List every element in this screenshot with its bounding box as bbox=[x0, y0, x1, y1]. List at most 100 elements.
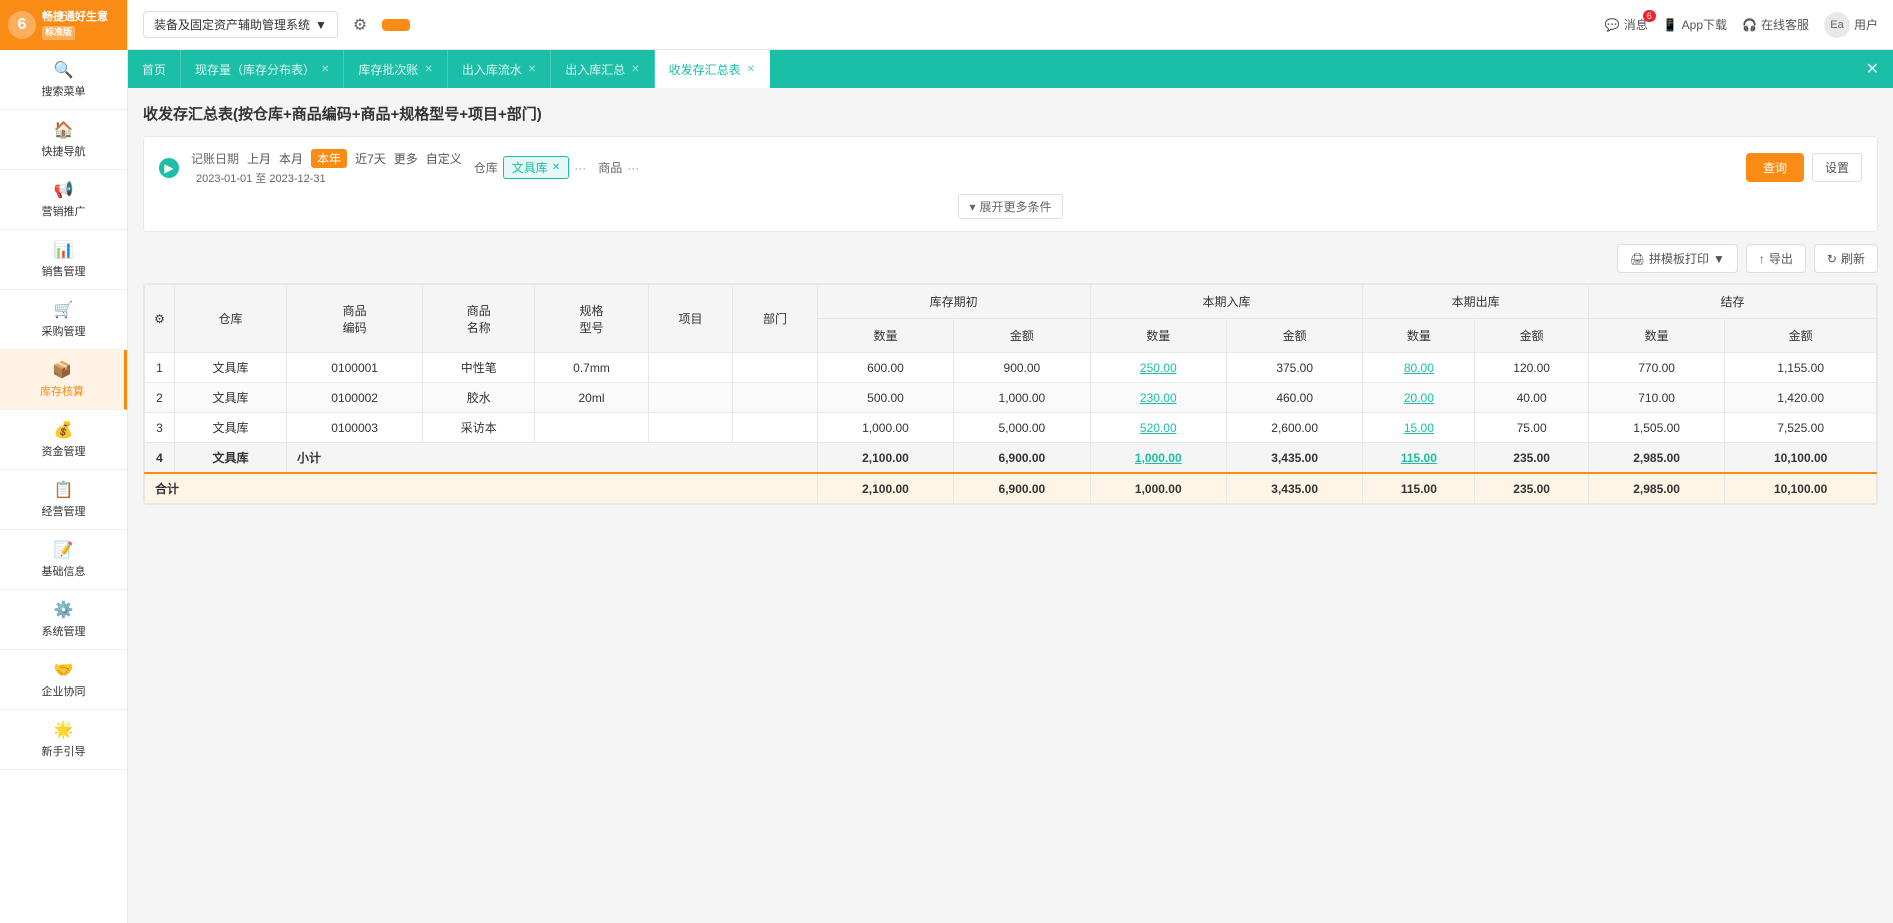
date-custom[interactable]: 自定义 bbox=[426, 150, 462, 167]
date-range-display: 2023-01-01 至 2023-12-31 bbox=[196, 170, 462, 186]
sidebar-item-marketing[interactable]: 📢 营销推广 bbox=[0, 170, 127, 230]
tab-close-batch-ledger[interactable]: ✕ bbox=[424, 64, 432, 75]
refresh-icon: ↻ bbox=[1827, 252, 1837, 266]
warehouse-label: 仓库 bbox=[474, 159, 498, 176]
td-goods-name: 中性笔 bbox=[423, 353, 535, 383]
td-closing-amount: 7,525.00 bbox=[1725, 413, 1877, 443]
enterprise-icon: 🤝 bbox=[54, 660, 74, 680]
online-service-btn[interactable]: 🎧 在线客服 bbox=[1742, 16, 1809, 33]
sidebar-item-newbie[interactable]: 🌟 新手引导 bbox=[0, 710, 127, 770]
td-opening-amount: 1,000.00 bbox=[954, 383, 1090, 413]
th-department: 部门 bbox=[733, 285, 818, 353]
data-table: ⚙ 仓库 商品编码 商品名称 规格型号 项目 部门 库存期初 本期入库 本期出库… bbox=[143, 283, 1878, 505]
sidebar-item-quick-nav[interactable]: 🏠 快捷导航 bbox=[0, 110, 127, 170]
th-out-amount: 金额 bbox=[1475, 319, 1589, 353]
td-total-closing-amount: 10,100.00 bbox=[1725, 473, 1877, 504]
td-goods-code: 0100001 bbox=[286, 353, 422, 383]
logo-icon: 6 bbox=[8, 11, 36, 39]
sidebar-item-purchase[interactable]: 🛒 采购管理 bbox=[0, 290, 127, 350]
warehouse-tag[interactable]: 文具库 ✕ bbox=[503, 156, 569, 179]
td-subtotal-out-qty[interactable]: 115.00 bbox=[1363, 443, 1475, 474]
tab-batch-ledger[interactable]: 库存批次账 ✕ bbox=[344, 50, 447, 88]
td-closing-amount: 1,155.00 bbox=[1725, 353, 1877, 383]
home-icon: 🏠 bbox=[54, 120, 74, 140]
sidebar-item-enterprise[interactable]: 🤝 企业协同 bbox=[0, 650, 127, 710]
tab-in-out-summary[interactable]: 出入库汇总 ✕ bbox=[551, 50, 654, 88]
tab-close-receive-send-summary[interactable]: ✕ bbox=[747, 64, 755, 75]
tab-in-out-flow[interactable]: 出入库流水 ✕ bbox=[448, 50, 551, 88]
warehouse-filter: 仓库 文具库 ✕ ··· bbox=[474, 156, 586, 179]
td-out-amount: 120.00 bbox=[1475, 353, 1589, 383]
tab-receive-send-summary[interactable]: 收发存汇总表 ✕ bbox=[655, 50, 770, 88]
th-opening-qty: 数量 bbox=[817, 319, 953, 353]
page-content: 收发存汇总表(按仓库+商品编码+商品+规格型号+项目+部门) ▶ 记账日期 上月… bbox=[128, 88, 1893, 923]
sidebar-item-sales[interactable]: 📊 销售管理 bbox=[0, 230, 127, 290]
date-more[interactable]: 更多 bbox=[394, 150, 418, 167]
refresh-btn[interactable]: ↻ 刷新 bbox=[1814, 244, 1878, 273]
page-header: 收发存汇总表(按仓库+商品编码+商品+规格型号+项目+部门) bbox=[143, 103, 1878, 124]
sidebar-item-basic-info[interactable]: 📝 基础信息 bbox=[0, 530, 127, 590]
td-out-qty-link[interactable]: 80.00 bbox=[1363, 353, 1475, 383]
th-gear[interactable]: ⚙ bbox=[145, 285, 175, 353]
td-in-qty-link[interactable]: 230.00 bbox=[1090, 383, 1226, 413]
th-group-closing: 结存 bbox=[1588, 285, 1876, 319]
sidebar-item-finance[interactable]: 💰 资金管理 bbox=[0, 410, 127, 470]
td-out-qty-link[interactable]: 20.00 bbox=[1363, 383, 1475, 413]
td-department bbox=[733, 353, 818, 383]
td-goods-name: 采访本 bbox=[423, 413, 535, 443]
sidebar-item-inventory[interactable]: 📦 库存核算 bbox=[0, 350, 127, 410]
filter-left: ▶ 记账日期 上月 本月 本年 近7天 更多 自定义 bbox=[159, 149, 639, 186]
warehouse-tag-close[interactable]: ✕ bbox=[552, 162, 560, 173]
user-btn[interactable]: Ea 用户 bbox=[1824, 12, 1878, 38]
sidebar-item-search[interactable]: 🔍 搜索菜单 bbox=[0, 50, 127, 110]
td-project bbox=[648, 383, 733, 413]
print-btn[interactable]: 🖨 拼模板打印 ▼ bbox=[1617, 244, 1738, 273]
td-closing-amount: 1,420.00 bbox=[1725, 383, 1877, 413]
td-goods-code: 0100003 bbox=[286, 413, 422, 443]
date-last-7days[interactable]: 近7天 bbox=[355, 150, 386, 167]
td-subtotal-closing-qty: 2,985.00 bbox=[1588, 443, 1724, 474]
tab-home[interactable]: 首页 bbox=[128, 50, 181, 88]
td-department bbox=[733, 413, 818, 443]
tab-close-in-out-flow[interactable]: ✕ bbox=[528, 64, 536, 75]
settings-gear-icon[interactable]: ⚙ bbox=[353, 15, 367, 35]
th-warehouse: 仓库 bbox=[175, 285, 287, 353]
sidebar-menu: 🔍 搜索菜单 🏠 快捷导航 📢 营销推广 📊 销售管理 🛒 采购管理 📦 bbox=[0, 50, 127, 923]
td-opening-amount: 5,000.00 bbox=[954, 413, 1090, 443]
date-this-year[interactable]: 本年 bbox=[311, 149, 347, 168]
system-selector[interactable]: 装备及固定资产辅助管理系统 ▼ bbox=[143, 11, 338, 38]
export-btn[interactable]: ↑ 导出 bbox=[1746, 244, 1806, 273]
th-group-out: 本期出库 bbox=[1363, 285, 1589, 319]
close-all-tabs-btn[interactable]: ✕ bbox=[1852, 59, 1893, 79]
messages-btn[interactable]: 💬 消息 6 bbox=[1605, 16, 1648, 33]
goods-label: 商品 bbox=[598, 159, 622, 176]
tab-inventory-dist[interactable]: 现存量（库存分布表） ✕ bbox=[181, 50, 344, 88]
td-out-amount: 40.00 bbox=[1475, 383, 1589, 413]
settings-btn[interactable]: 设置 bbox=[1812, 153, 1862, 182]
td-subtotal-out-amount: 235.00 bbox=[1475, 443, 1589, 474]
goods-more-btn[interactable]: ··· bbox=[627, 161, 639, 175]
td-opening-qty: 600.00 bbox=[817, 353, 953, 383]
filter-expand-btn[interactable]: ▶ bbox=[159, 158, 179, 178]
td-total-in-qty: 1,000.00 bbox=[1090, 473, 1226, 504]
td-out-qty-link[interactable]: 15.00 bbox=[1363, 413, 1475, 443]
warehouse-more-btn[interactable]: ··· bbox=[574, 161, 586, 175]
tab-close-in-out-summary[interactable]: ✕ bbox=[631, 64, 639, 75]
date-this-month[interactable]: 本月 bbox=[279, 150, 303, 167]
query-btn[interactable]: 查询 bbox=[1746, 153, 1804, 182]
sidebar-item-operation[interactable]: 📋 经营管理 bbox=[0, 470, 127, 530]
td-subtotal-in-qty[interactable]: 1,000.00 bbox=[1090, 443, 1226, 474]
td-project bbox=[648, 353, 733, 383]
system-icon: ⚙️ bbox=[54, 600, 74, 620]
search-icon: 🔍 bbox=[54, 60, 74, 80]
td-in-qty-link[interactable]: 250.00 bbox=[1090, 353, 1226, 383]
tab-close-inventory-dist[interactable]: ✕ bbox=[321, 64, 329, 75]
app-download-btn[interactable]: 📱 App下载 bbox=[1663, 16, 1727, 33]
date-last-month[interactable]: 上月 bbox=[247, 150, 271, 167]
expand-conditions-btn[interactable]: ▾ 展开更多条件 bbox=[958, 194, 1062, 219]
date-label: 记账日期 bbox=[191, 150, 239, 167]
td-total-closing-qty: 2,985.00 bbox=[1588, 473, 1724, 504]
sidebar-item-system[interactable]: ⚙️ 系统管理 bbox=[0, 590, 127, 650]
experience-btn[interactable] bbox=[382, 19, 410, 31]
td-in-qty-link[interactable]: 520.00 bbox=[1090, 413, 1226, 443]
